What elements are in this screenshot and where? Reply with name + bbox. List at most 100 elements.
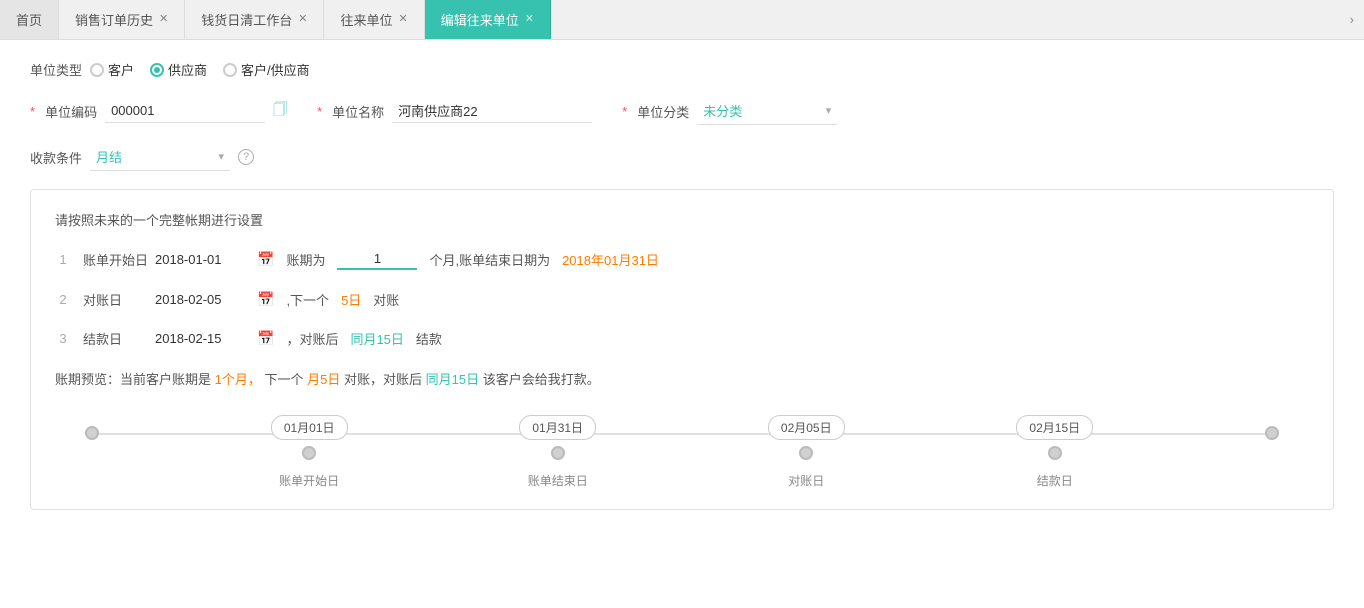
- summary-suffix: 该客户会给我打款。: [483, 372, 600, 387]
- payment-terms-label: 收款条件: [30, 148, 82, 167]
- unit-name-input[interactable]: [392, 99, 592, 123]
- step-label-1: 账单开始日: [83, 250, 143, 269]
- step-calendar-icon-3[interactable]: 📅: [257, 330, 274, 347]
- tab-cash-work[interactable]: 钱货日清工作台 ✕: [185, 0, 324, 39]
- summary-payment: 同月15日: [426, 372, 479, 387]
- unit-code-calendar-icon[interactable]: 🗍: [273, 99, 287, 123]
- help-icon[interactable]: ?: [238, 149, 254, 165]
- timeline-section: 01月01日 账单开始日 01月31日 账单结束日 02月05日 对账日: [55, 415, 1309, 489]
- unit-name-group: * 单位名称: [317, 99, 592, 123]
- timeline-pill-2: 01月31日: [519, 415, 596, 440]
- radio-both-label: 客户/供应商: [241, 60, 310, 79]
- step-num-1: 1: [55, 252, 71, 267]
- tab-sales-history-label: 销售订单历史: [75, 10, 153, 29]
- unit-category-label: 单位分类: [637, 102, 689, 121]
- timeline-right-cap: [1265, 426, 1279, 440]
- summary-line: 账期预览：当前客户账期是 1个月， 下一个 月5日 对账，对账后 同月15日 该…: [55, 368, 1309, 391]
- step-period-label: 账期为: [286, 250, 325, 269]
- tab-expand-button[interactable]: ›: [1340, 0, 1364, 39]
- step-period-end-date: 2018年01月31日: [562, 250, 659, 269]
- unit-category-star: *: [622, 104, 627, 119]
- radio-supplier[interactable]: 供应商: [150, 60, 207, 79]
- panel-title: 请按照未来的一个完整帐期进行设置: [55, 210, 1309, 229]
- timeline-nodes: 01月01日 账单开始日 01月31日 账单结束日 02月05日 对账日: [85, 415, 1279, 489]
- radio-supplier-circle: [150, 63, 164, 77]
- radio-both-circle: [223, 63, 237, 77]
- timeline-dot-1: [302, 446, 316, 460]
- period-value-input[interactable]: [337, 249, 417, 270]
- step-date-1: 2018-01-01: [155, 252, 245, 267]
- timeline-dot-2: [551, 446, 565, 460]
- payment-terms-select[interactable]: 月结 ▾: [90, 143, 230, 171]
- unit-name-label: 单位名称: [332, 102, 384, 121]
- unit-code-group: * 单位编码 🗍: [30, 99, 287, 123]
- unit-info-row: * 单位编码 🗍 * 单位名称 * 单位分类 未分类 ▾: [30, 97, 1334, 125]
- radio-customer-circle: [90, 63, 104, 77]
- unit-code-input[interactable]: [105, 99, 265, 123]
- step-date-3: 2018-02-15: [155, 331, 245, 346]
- step-suffix-2-highlight: 5日: [341, 290, 361, 309]
- unit-type-label: 单位类型: [30, 60, 82, 79]
- tab-home-label: 首页: [16, 10, 42, 29]
- unit-type-group: 单位类型 客户 供应商 客户/供应商: [30, 60, 310, 79]
- step-calendar-icon-1[interactable]: 📅: [257, 251, 274, 268]
- radio-both[interactable]: 客户/供应商: [223, 60, 310, 79]
- tab-cash-work-label: 钱货日清工作台: [201, 10, 292, 29]
- close-tab-edit-partner[interactable]: ✕: [525, 14, 534, 25]
- payment-terms-row: 收款条件 月结 ▾ ?: [30, 143, 1334, 171]
- tab-sales-history[interactable]: 销售订单历史 ✕: [59, 0, 185, 39]
- step-num-2: 2: [55, 292, 71, 307]
- tab-partner-unit[interactable]: 往来单位 ✕: [324, 0, 424, 39]
- summary-reconcile-pre: 下一个: [265, 372, 304, 387]
- payment-terms-chevron-icon: ▾: [218, 150, 224, 163]
- tab-partner-unit-label: 往来单位: [340, 10, 392, 29]
- tab-home[interactable]: 首页: [0, 0, 59, 39]
- step-suffix-3-pre: ，对账后: [286, 329, 338, 348]
- close-tab-sales-history[interactable]: ✕: [159, 14, 168, 25]
- step-period-suffix: 个月,账单结束日期为: [429, 250, 550, 269]
- radio-supplier-label: 供应商: [168, 60, 207, 79]
- timeline-node-2: 01月31日 账单结束日: [519, 415, 596, 489]
- tab-edit-partner-label: 编辑往来单位: [441, 10, 519, 29]
- summary-reconcile: 月5日: [307, 372, 340, 387]
- unit-code-star: *: [30, 104, 35, 119]
- step-suffix-2-pre: ,下一个: [286, 290, 329, 309]
- unit-type-radio-group: 客户 供应商 客户/供应商: [90, 60, 310, 79]
- step-num-3: 3: [55, 331, 71, 346]
- timeline-node-3: 02月05日 对账日: [768, 415, 845, 489]
- tab-bar: 首页 销售订单历史 ✕ 钱货日清工作台 ✕ 往来单位 ✕ 编辑往来单位 ✕ ›: [0, 0, 1364, 40]
- radio-customer[interactable]: 客户: [90, 60, 134, 79]
- chevron-down-icon: ▾: [826, 104, 832, 117]
- timeline-label-2: 账单结束日: [528, 472, 588, 489]
- radio-customer-label: 客户: [108, 60, 134, 79]
- payment-settings-panel: 请按照未来的一个完整帐期进行设置 1 账单开始日 2018-01-01 📅 账期…: [30, 189, 1334, 510]
- timeline-label-3: 对账日: [788, 472, 824, 489]
- unit-code-label: 单位编码: [45, 102, 97, 121]
- step-row-1: 1 账单开始日 2018-01-01 📅 账期为 个月,账单结束日期为 2018…: [55, 249, 1309, 270]
- step-label-3: 结款日: [83, 329, 143, 348]
- step-suffix-2-post: 对账: [373, 290, 399, 309]
- payment-terms-group: 收款条件 月结 ▾ ?: [30, 143, 254, 171]
- timeline-left-cap: [85, 426, 99, 440]
- unit-name-star: *: [317, 104, 322, 119]
- timeline-node-4: 02月15日 结款日: [1016, 415, 1093, 489]
- summary-prefix: 账期预览：当前客户账期是: [55, 372, 211, 387]
- timeline-dot-4: [1048, 446, 1062, 460]
- timeline-pill-1: 01月01日: [271, 415, 348, 440]
- timeline-pill-4: 02月15日: [1016, 415, 1093, 440]
- close-tab-partner-unit[interactable]: ✕: [399, 14, 408, 25]
- step-suffix-3-highlight: 同月15日: [350, 329, 403, 348]
- step-date-2: 2018-02-05: [155, 292, 245, 307]
- step-row-3: 3 结款日 2018-02-15 📅 ，对账后 同月15日 结款: [55, 329, 1309, 348]
- step-suffix-3-post: 结款: [416, 329, 442, 348]
- timeline-node-1: 01月01日 账单开始日: [271, 415, 348, 489]
- unit-category-select[interactable]: 未分类 ▾: [697, 97, 837, 125]
- step-row-2: 2 对账日 2018-02-05 📅 ,下一个 5日 对账: [55, 290, 1309, 309]
- summary-reconcile-post: 对账，对账后: [344, 372, 422, 387]
- close-tab-cash-work[interactable]: ✕: [298, 14, 307, 25]
- summary-period: 1个月，: [215, 372, 261, 387]
- step-calendar-icon-2[interactable]: 📅: [257, 291, 274, 308]
- tab-edit-partner[interactable]: 编辑往来单位 ✕: [425, 0, 551, 39]
- unit-category-value: 未分类: [703, 101, 821, 120]
- step-label-2: 对账日: [83, 290, 143, 309]
